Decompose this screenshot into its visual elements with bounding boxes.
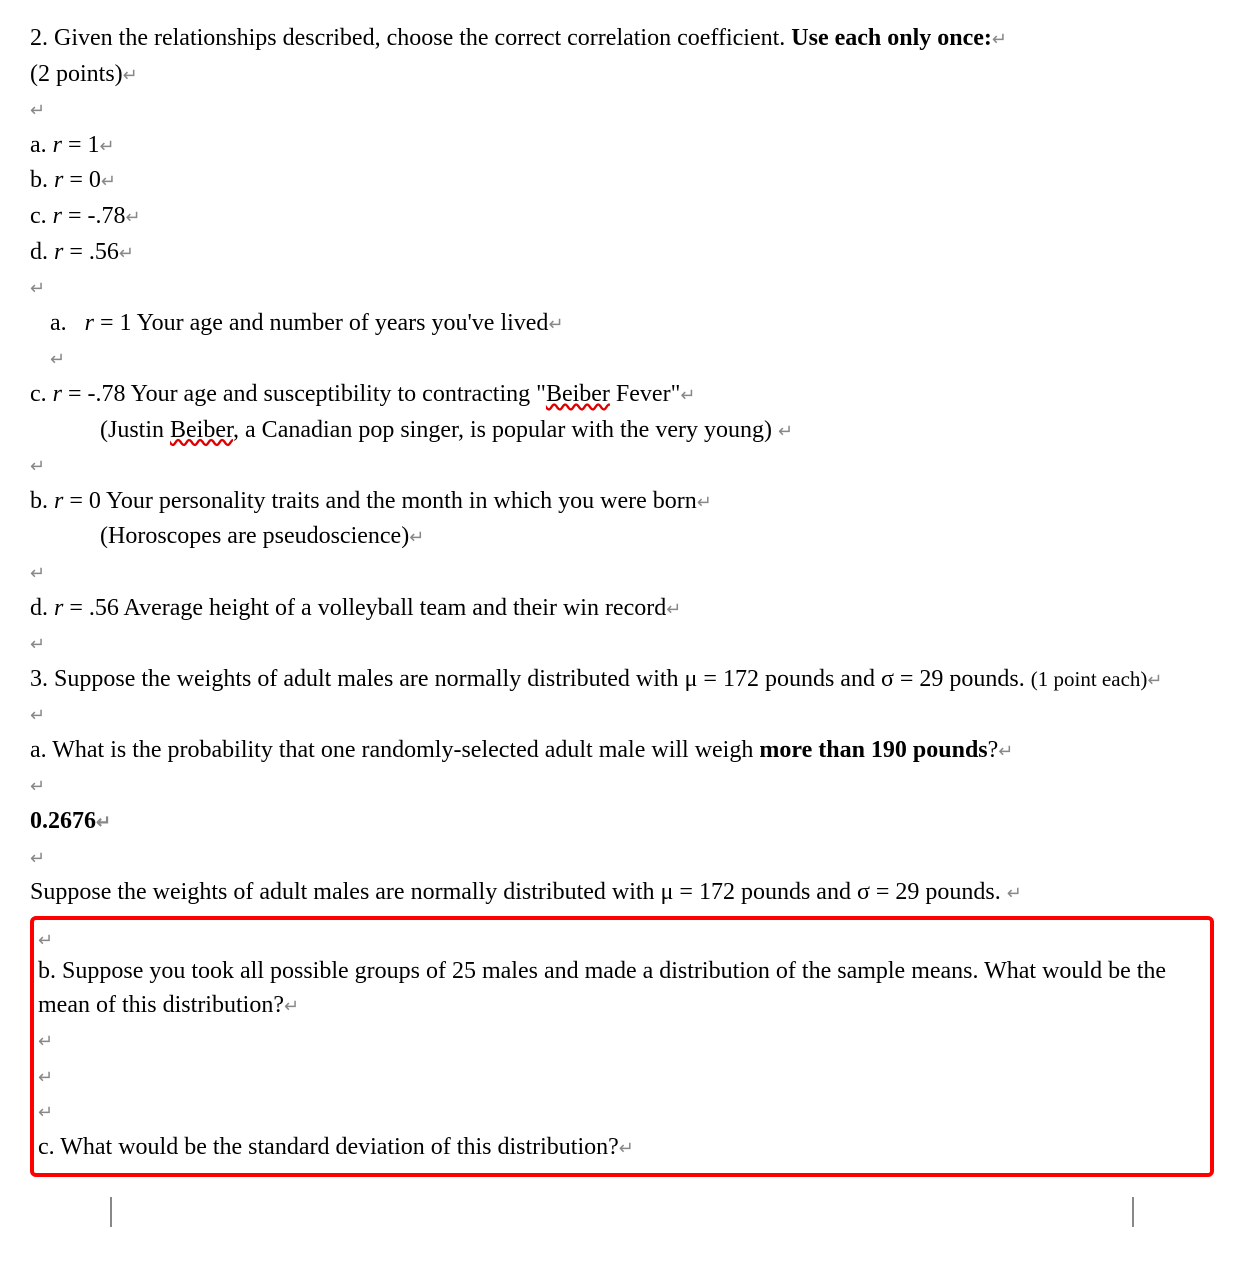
pilcrow-icon: ↵ [998, 741, 1013, 761]
pilcrow-icon: ↵ [992, 29, 1007, 49]
pilcrow-icon: ↵ [119, 242, 134, 262]
pilcrow-icon: ↵ [100, 136, 115, 156]
q2-option-b: b. r = 0↵ [30, 164, 1214, 198]
q3-part-a: a. What is the probability that one rand… [30, 734, 1214, 768]
spellcheck-underline: Beiber [546, 381, 610, 407]
q3-repeat: Suppose the weights of adult males are n… [30, 876, 1214, 910]
pilcrow-icon: ↵ [1147, 670, 1162, 690]
q2-answer-d: d. r = .56 Average height of a volleybal… [30, 592, 1214, 626]
pilcrow-icon: ↵ [38, 1031, 53, 1051]
q2-points: (2 points)↵ [30, 58, 1214, 92]
blank-line: ↵ [38, 928, 1206, 953]
q2-answer-c-sub: (Justin Beiber, a Canadian pop singer, i… [30, 414, 1214, 448]
pilcrow-icon: ↵ [126, 207, 141, 227]
pilcrow-icon: ↵ [101, 171, 116, 191]
pilcrow-icon: ↵ [30, 100, 45, 120]
pilcrow-icon: ↵ [123, 64, 138, 84]
page-margin-markers [30, 1197, 1214, 1227]
margin-bar-left [110, 1197, 112, 1227]
q2-answer-b: b. r = 0 Your personality traits and the… [30, 485, 1214, 519]
pilcrow-icon: ↵ [30, 456, 45, 476]
pilcrow-icon: ↵ [50, 349, 65, 369]
q3-part-b: b. Suppose you took all possible groups … [38, 955, 1206, 1022]
spellcheck-underline: Beiber [170, 417, 233, 443]
pilcrow-icon: ↵ [38, 930, 53, 950]
pilcrow-icon: ↵ [30, 563, 45, 583]
pilcrow-icon: ↵ [38, 1067, 53, 1087]
pilcrow-icon: ↵ [30, 848, 45, 868]
q2-option-d: d. r = .56↵ [30, 236, 1214, 270]
q2-answer-a: a. r = 1 Your age and number of years yo… [30, 307, 1214, 341]
pilcrow-icon: ↵ [30, 705, 45, 725]
q3-part-c: c. What would be the standard deviation … [38, 1131, 1206, 1165]
pilcrow-icon: ↵ [284, 996, 299, 1016]
pilcrow-icon: ↵ [30, 776, 45, 796]
q2-intro: 2. Given the relationships described, ch… [30, 22, 1214, 56]
blank-line: ↵ [30, 271, 1214, 305]
highlight-box: ↵ b. Suppose you took all possible group… [30, 916, 1214, 1177]
pilcrow-icon: ↵ [1007, 883, 1022, 903]
pilcrow-icon: ↵ [778, 420, 793, 440]
blank-line: ↵ [38, 1095, 1206, 1129]
blank-line: ↵ [30, 556, 1214, 590]
pilcrow-icon: ↵ [96, 812, 111, 832]
blank-line: ↵ [30, 449, 1214, 483]
pilcrow-icon: ↵ [30, 278, 45, 298]
blank-line: ↵ [30, 93, 1214, 127]
blank-line: ↵ [38, 1024, 1206, 1058]
q2-answer-b-sub: (Horoscopes are pseudoscience)↵ [30, 520, 1214, 554]
pilcrow-icon: ↵ [38, 1102, 53, 1122]
pilcrow-icon: ↵ [619, 1138, 634, 1158]
pilcrow-icon: ↵ [680, 385, 695, 405]
q2-option-a: a. r = 1↵ [30, 129, 1214, 163]
q3-a-answer: 0.2676↵ [30, 805, 1214, 839]
blank-line: ↵ [30, 627, 1214, 661]
q2-answer-c: c. r = -.78 Your age and susceptibility … [30, 378, 1214, 412]
pilcrow-icon: ↵ [697, 492, 712, 512]
margin-bar-right [1132, 1197, 1134, 1227]
blank-line: ↵ [30, 769, 1214, 803]
q2-option-c: c. r = -.78↵ [30, 200, 1214, 234]
blank-line: ↵ [38, 1060, 1206, 1094]
blank-line: ↵ [30, 342, 1214, 376]
q3-intro: 3. Suppose the weights of adult males ar… [30, 663, 1214, 697]
pilcrow-icon: ↵ [409, 527, 424, 547]
pilcrow-icon: ↵ [548, 314, 563, 334]
blank-line: ↵ [30, 841, 1214, 875]
blank-line: ↵ [30, 698, 1214, 732]
pilcrow-icon: ↵ [666, 598, 681, 618]
pilcrow-icon: ↵ [30, 634, 45, 654]
